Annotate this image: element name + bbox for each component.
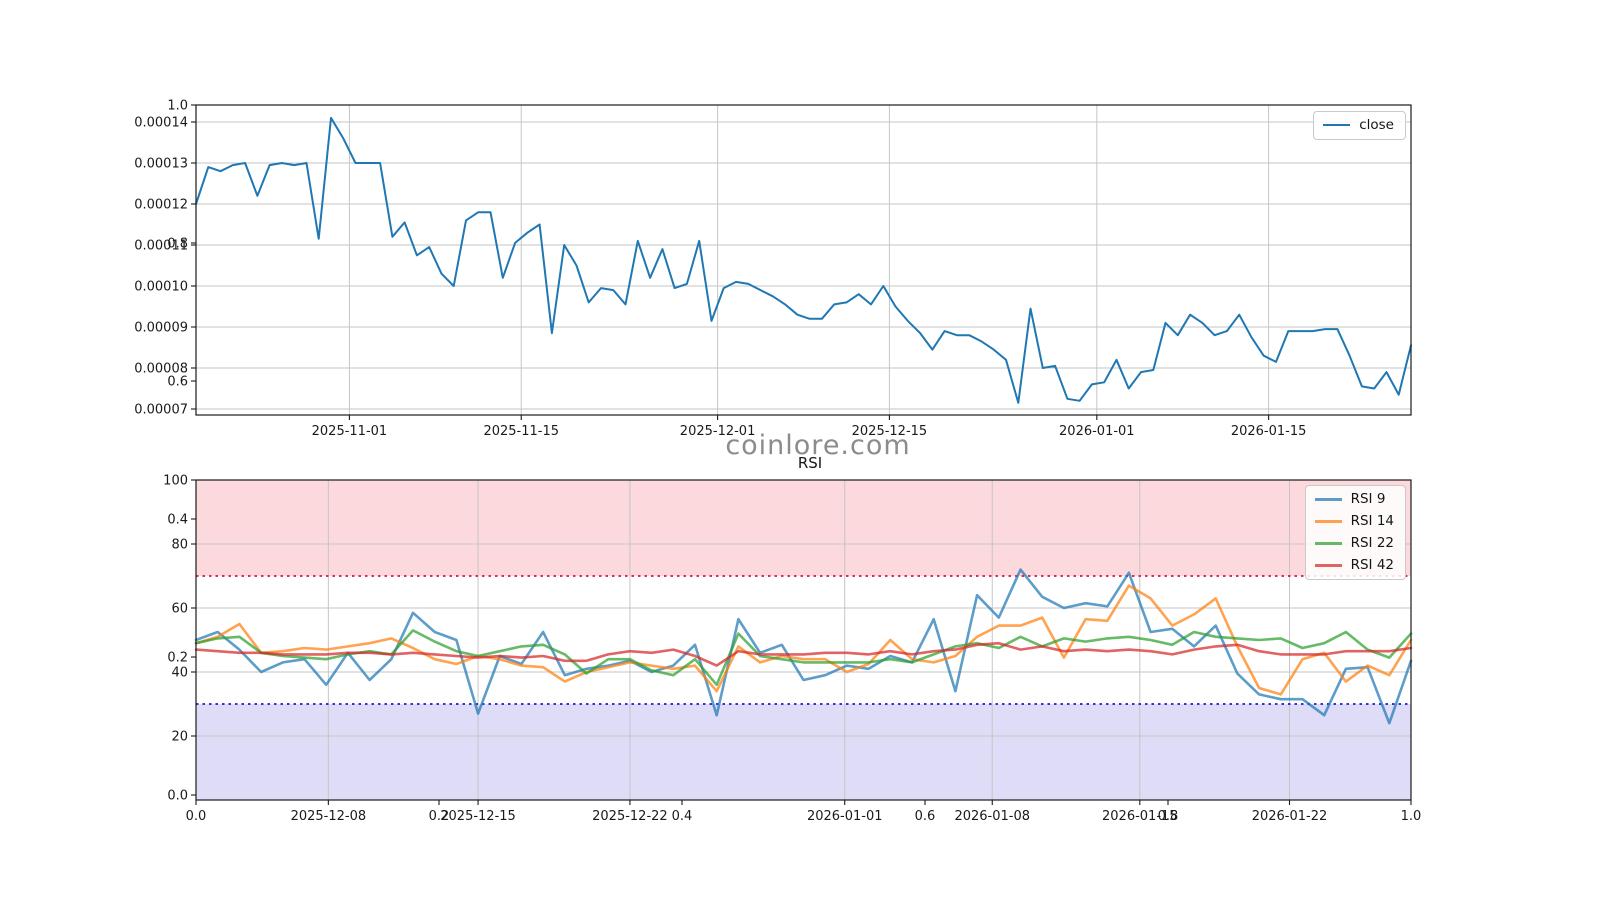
overlay-y-tick-label: 0.2 [167, 651, 188, 666]
rsi-y-tick-label: 20 [171, 730, 188, 745]
rsi-x-tick-label: 2026-01-01 [807, 809, 883, 824]
legend-item-rsi-22: RSI 22 [1314, 534, 1394, 552]
price-x-tick-label: 2025-11-15 [483, 424, 559, 439]
rsi-y-tick-label: 80 [171, 538, 188, 553]
overlay-y-tick-label: 0.0 [167, 789, 188, 804]
rsi-y-tick-label: 40 [171, 666, 188, 681]
legend-line-swatch [1314, 563, 1342, 567]
overlay-y-tick-label: 1.0 [167, 99, 188, 114]
legend-label: RSI 14 [1350, 512, 1394, 529]
rsi-y-tick-label: 100 [163, 474, 188, 489]
overlay-x-tick-label: 0.2 [429, 809, 450, 824]
price-x-tick-label: 2026-01-01 [1059, 424, 1135, 439]
price-legend: close [1313, 111, 1406, 140]
legend-line-swatch [1323, 124, 1351, 127]
overlay-y-tick-label: 0.8 [167, 237, 188, 252]
legend-item-rsi-42: RSI 42 [1314, 556, 1394, 574]
rsi-x-tick-label: 2025-12-22 [592, 809, 668, 824]
rsi-legend: RSI 9 RSI 14 RSI 22 RSI 42 [1304, 485, 1406, 580]
legend-item-rsi-9: RSI 9 [1314, 491, 1394, 508]
rsi-x-tick-label: 2026-01-08 [954, 809, 1030, 824]
legend-label: RSI 42 [1350, 556, 1394, 573]
legend-label: RSI 22 [1350, 534, 1394, 551]
close-price-line [195, 116, 1412, 404]
legend-line-swatch [1314, 497, 1342, 501]
price-y-tick-label: 0.00009 [134, 321, 188, 336]
price-x-tick-label: 2026-01-15 [1231, 424, 1307, 439]
overbought-zone [196, 480, 1411, 576]
overlay-x-tick-label: 0.8 [1158, 809, 1179, 824]
overlay-y-tick-label: 0.6 [167, 375, 188, 390]
price-y-tick-label: 0.00013 [134, 157, 188, 172]
rsi-x-tick-label: 2025-12-08 [291, 809, 367, 824]
rsi-x-tick-label: 2025-12-15 [440, 809, 516, 824]
overlay-x-tick-label: 0.0 [186, 809, 207, 824]
rsi-y-tick-label: 60 [171, 602, 188, 617]
legend-item-close: close [1323, 117, 1394, 134]
legend-label: RSI 9 [1350, 491, 1386, 507]
price-x-tick-label: 2025-11-01 [312, 424, 388, 439]
legend-line-swatch [1314, 519, 1342, 523]
rsi-x-tick-label: 2026-01-22 [1252, 809, 1328, 824]
overlay-x-tick-label: 0.4 [672, 809, 693, 824]
legend-label: close [1359, 117, 1394, 133]
rsi-chart-title: RSI [797, 454, 823, 472]
overlay-x-tick-label: 0.6 [915, 809, 936, 824]
price-y-tick-label: 0.00012 [134, 198, 188, 213]
legend-item-rsi-14: RSI 14 [1314, 512, 1394, 530]
price-y-tick-label: 0.00007 [134, 403, 188, 418]
overlay-x-tick-label: 1.0 [1401, 809, 1422, 824]
overlay-y-tick-label: 0.4 [167, 513, 188, 528]
legend-line-swatch [1314, 541, 1342, 545]
oversold-zone [196, 704, 1411, 800]
price-y-tick-label: 0.00010 [134, 280, 188, 295]
chart-page: 2025-11-01 2025-11-15 2025-12-01 2025-12-15… [0, 0, 1600, 900]
price-y-tick-label: 0.00014 [134, 116, 188, 131]
